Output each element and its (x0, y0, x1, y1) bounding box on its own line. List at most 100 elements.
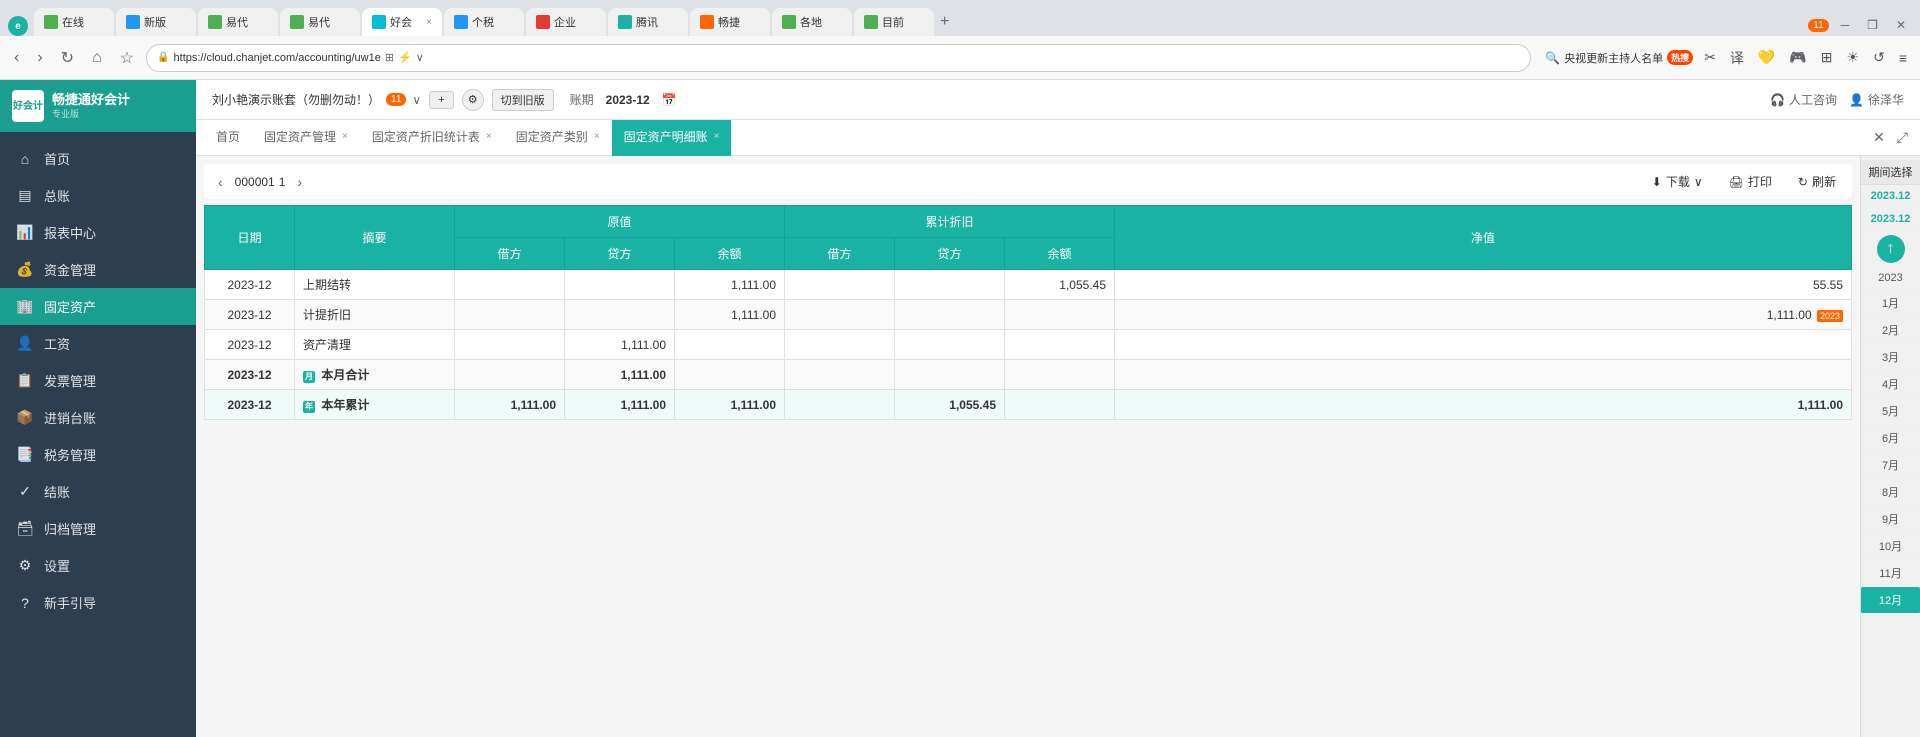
sidebar-item-payroll[interactable]: 👤 工资 (0, 325, 196, 362)
window-minimize[interactable]: ─ (1835, 14, 1856, 36)
download-btn[interactable]: ⬇ 下载 ∨ (1644, 170, 1711, 193)
back-button[interactable]: ‹ (8, 45, 25, 71)
tab-icon-5 (372, 15, 386, 29)
sidebar-item-archive[interactable]: 🗃 归档管理 (0, 510, 196, 547)
period-month-10[interactable]: 10月 (1861, 533, 1920, 560)
sidebar-item-guide[interactable]: ? 新手引导 (0, 584, 196, 621)
period-month-12[interactable]: 12月 (1861, 587, 1920, 614)
sidebar-header: 好会计 畅捷通好会计 专业版 (0, 80, 196, 132)
settings-circle-button[interactable]: ⚙ (462, 89, 484, 111)
browser-tab-7[interactable]: 企业 (526, 8, 606, 36)
period-month-4[interactable]: 4月 (1861, 371, 1920, 398)
sidebar-item-reports[interactable]: 📊 报表中心 (0, 214, 196, 251)
close-tab-dep[interactable]: × (486, 131, 492, 142)
period-month-6[interactable]: 6月 (1861, 425, 1920, 452)
period-selected-2[interactable]: 2023.12 (1861, 208, 1920, 231)
tab-close-5[interactable]: × (426, 17, 432, 28)
scissors-tool[interactable]: ✂ (1699, 47, 1721, 68)
print-btn[interactable]: 🖨 打印 (1721, 170, 1780, 193)
tab-category[interactable]: 固定资产类别 × (504, 120, 612, 156)
window-restore[interactable]: ❐ (1861, 14, 1884, 36)
row2-orig-credit (565, 300, 675, 330)
period-month-7[interactable]: 7月 (1861, 452, 1920, 479)
tab-fixed-asset-mgmt[interactable]: 固定资产管理 × (252, 120, 360, 156)
right-period-panel: 期间选择 2023.12 2023.12 ↑ 2023 1月 2月 3月 4月 … (1860, 156, 1920, 737)
next-record-btn[interactable]: › (291, 172, 308, 192)
ledger-icon: ▤ (16, 187, 34, 205)
period-selected-1[interactable]: 2023.12 (1861, 185, 1920, 208)
browser-tab-9[interactable]: 畅捷 (690, 8, 770, 36)
home-button[interactable]: ⌂ (86, 45, 108, 71)
close-tab-cat[interactable]: × (594, 131, 600, 142)
sidebar-item-fixed-assets[interactable]: 🏢 固定资产 (0, 288, 196, 325)
browser-tab-3[interactable]: 易代 (198, 8, 278, 36)
forward-button[interactable]: › (31, 45, 48, 71)
row1-date: 2023-12 (205, 270, 295, 300)
tab-label-7: 企业 (554, 14, 576, 30)
sidebar-item-checkout[interactable]: ✓ 结账 (0, 473, 196, 510)
period-year-2023[interactable]: 2023 (1861, 267, 1920, 290)
period-month-3[interactable]: 3月 (1861, 344, 1920, 371)
address-dropdown[interactable]: ∨ (416, 51, 424, 64)
tab-label-10: 各地 (800, 14, 822, 30)
period-month-2[interactable]: 2月 (1861, 317, 1920, 344)
logo-text: 好会计 (13, 101, 43, 112)
tab-label-cat: 固定资产类别 (516, 128, 588, 145)
sidebar-item-funds[interactable]: 💰 资金管理 (0, 251, 196, 288)
period-month-9[interactable]: 9月 (1861, 506, 1920, 533)
translate-tool[interactable]: 译 (1725, 46, 1749, 70)
wallet-tool[interactable]: 💛 (1753, 47, 1780, 68)
reload-button[interactable]: ↻ (55, 44, 80, 72)
sidebar-item-invoice[interactable]: 📋 发票管理 (0, 362, 196, 399)
refresh-btn[interactable]: ↻ 刷新 (1790, 170, 1844, 193)
period-month-1[interactable]: 1月 (1861, 290, 1920, 317)
games-tool[interactable]: 🎮 (1784, 47, 1811, 68)
row5-orig-credit: 1,111.00 (565, 390, 675, 420)
row1-orig-credit (565, 270, 675, 300)
browser-tab-4[interactable]: 易代 (280, 8, 360, 36)
sidebar-item-tax[interactable]: 📑 税务管理 (0, 436, 196, 473)
period-month-11[interactable]: 11月 (1861, 560, 1920, 587)
guide-icon: ? (16, 594, 34, 612)
browser-tab-8[interactable]: 腾讯 (608, 8, 688, 36)
close-current-tab-btn[interactable]: ✕ (1869, 127, 1889, 148)
prev-record-btn[interactable]: ‹ (212, 172, 229, 192)
performance-icon: ⚡ (398, 51, 412, 64)
browser-tab-bar: e 在线 新版 易代 易代 好会 × 个税 企业 腾讯 畅捷 各地 (0, 0, 1920, 36)
user-profile[interactable]: 👤 徐泽华 (1849, 91, 1904, 108)
period-add-button[interactable]: + (429, 91, 453, 109)
theme-tool[interactable]: ☀ (1842, 47, 1865, 68)
scroll-up-btn[interactable]: ↑ (1877, 235, 1905, 263)
switch-version-button[interactable]: 切到旧版 (492, 89, 554, 111)
maximize-tab-btn[interactable]: ⤢ (1893, 127, 1912, 148)
refresh-label: 刷新 (1812, 173, 1836, 190)
period-month-8[interactable]: 8月 (1861, 479, 1920, 506)
sidebar-item-inventory[interactable]: 📦 进销台账 (0, 399, 196, 436)
grid-tool[interactable]: ⊞ (1816, 47, 1838, 68)
period-month-5[interactable]: 5月 (1861, 398, 1920, 425)
close-tab-fam[interactable]: × (342, 131, 348, 142)
menu-tool[interactable]: ≡ (1894, 48, 1912, 68)
tab-ledger[interactable]: 固定资产明细账 × (612, 120, 732, 156)
bookmark-button[interactable]: ☆ (114, 44, 140, 72)
browser-tab-5[interactable]: 好会 × (362, 8, 442, 36)
support-btn[interactable]: 🎧 人工咨询 (1770, 91, 1837, 108)
browser-tab-6[interactable]: 个税 (444, 8, 524, 36)
calendar-icon[interactable]: 📅 (662, 93, 677, 107)
window-close[interactable]: ✕ (1890, 14, 1912, 36)
browser-tab-2[interactable]: 新版 (116, 8, 196, 36)
history-tool[interactable]: ↺ (1868, 47, 1890, 68)
tab-depreciation[interactable]: 固定资产折旧统计表 × (360, 120, 504, 156)
browser-tab-1[interactable]: 在线 (34, 8, 114, 36)
sidebar-item-home[interactable]: ⌂ 首页 (0, 140, 196, 177)
sidebar-item-general-ledger[interactable]: ▤ 总账 (0, 177, 196, 214)
sidebar-item-settings[interactable]: ⚙ 设置 (0, 547, 196, 584)
close-tab-ledger[interactable]: × (714, 131, 720, 142)
account-dropdown-icon[interactable]: ∨ (412, 93, 421, 107)
browser-tab-11[interactable]: 目前 (854, 8, 934, 36)
browser-tab-10[interactable]: 各地 (772, 8, 852, 36)
tab-label-3: 易代 (226, 14, 248, 30)
tab-home[interactable]: 首页 (204, 120, 252, 156)
address-bar[interactable]: 🔒 https://cloud.chanjet.com/accounting/u… (146, 44, 1531, 72)
new-tab-button[interactable]: + (936, 8, 953, 36)
